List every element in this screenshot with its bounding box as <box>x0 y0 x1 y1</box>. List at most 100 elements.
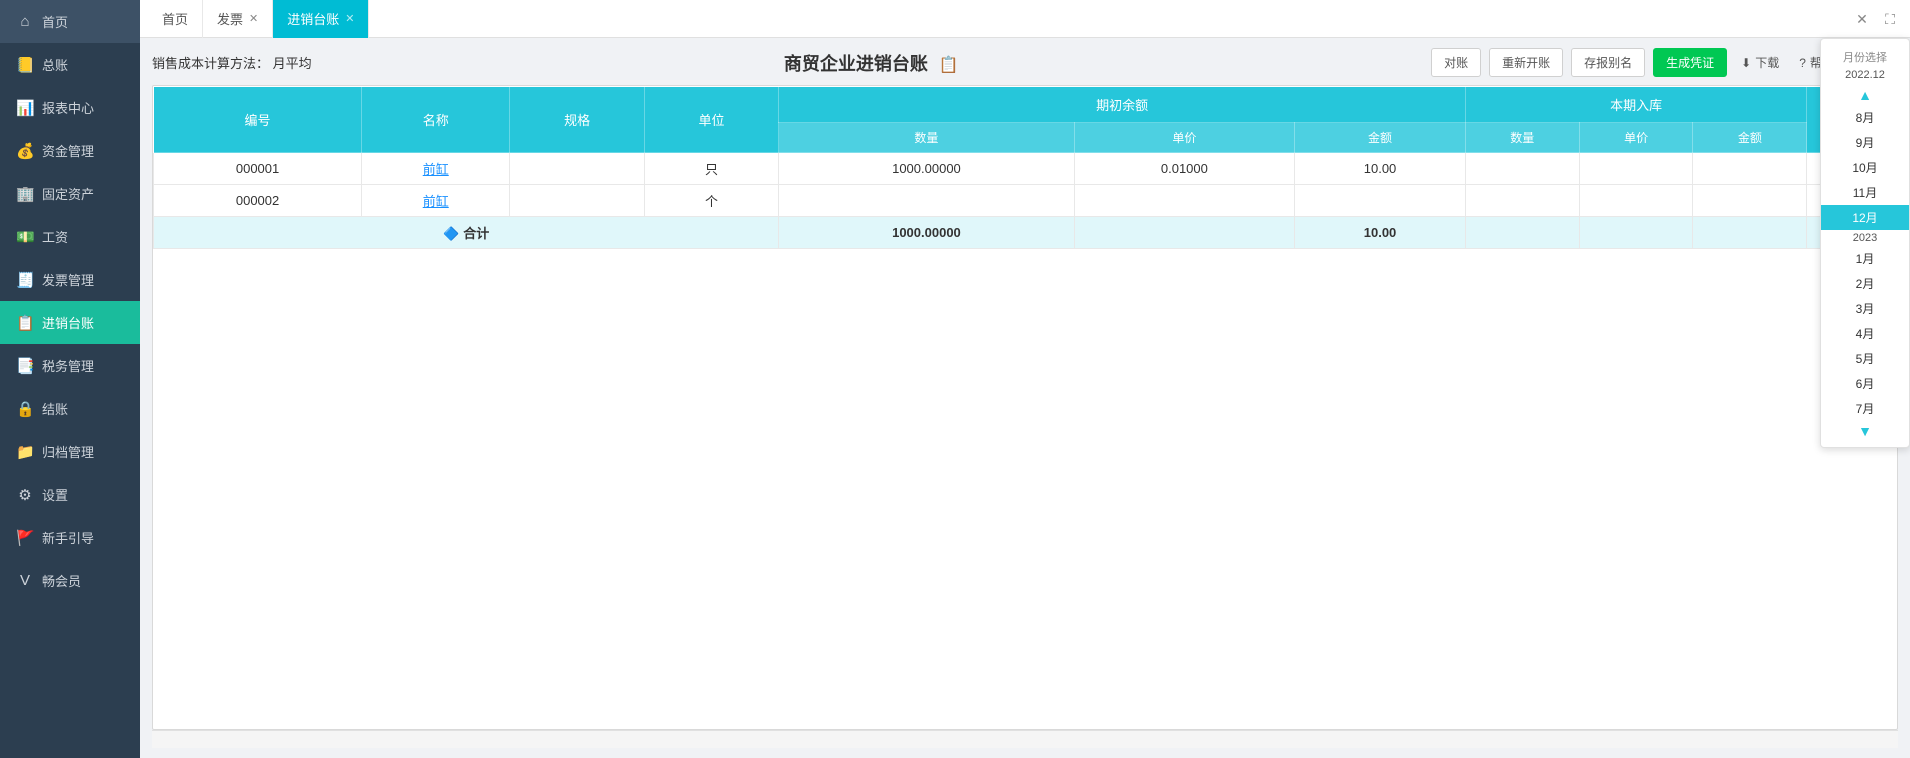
col-header-spec: 规格 <box>510 87 644 153</box>
sidebar-item-wages[interactable]: 💵 工资 <box>0 215 140 258</box>
sidebar-icon-invoice-mgmt: 🧾 <box>16 271 34 289</box>
download-button[interactable]: ⬇ 下载 <box>1735 49 1785 76</box>
cell-name[interactable]: 前缸 <box>362 185 510 217</box>
tab-close-jinxiao[interactable]: ✕ <box>345 12 354 25</box>
tab-close-invoice[interactable]: ✕ <box>249 12 258 25</box>
month-nav-down[interactable]: ▼ <box>1821 421 1909 441</box>
main-area: 首页发票✕进销台账✕ ✕ ⛶ 销售成本计算方法： 月平均 商贸企业进销台账 📋 … <box>140 0 1910 758</box>
month-item-6月[interactable]: 6月 <box>1821 371 1909 396</box>
sidebar-icon-vip: V <box>16 572 34 589</box>
help-icon: ? <box>1799 56 1806 70</box>
sidebar-label-guide: 新手引导 <box>42 528 94 547</box>
close-window-button[interactable]: ✕ <box>1850 7 1874 31</box>
month-item-10月[interactable]: 10月 <box>1821 155 1909 180</box>
cell-in-qty <box>1465 153 1579 185</box>
sidebar-item-invoice-mgmt[interactable]: 🧾 发票管理 <box>0 258 140 301</box>
month-item-2月[interactable]: 2月 <box>1821 271 1909 296</box>
sidebar-item-settings[interactable]: ⚙设置 <box>0 473 140 516</box>
sidebar-label-wages: 工资 <box>42 227 68 246</box>
total-in-amount <box>1693 217 1807 249</box>
sidebar-icon-home: ⌂ <box>16 13 34 30</box>
save-alias-button[interactable]: 存报别名 <box>1571 48 1645 77</box>
cell-init-qty: 1000.00000 <box>779 153 1074 185</box>
sub-init-qty: 数量 <box>779 123 1074 153</box>
generate-button[interactable]: 生成凭证 <box>1653 48 1727 77</box>
sidebar-item-ledger[interactable]: 📒总账 <box>0 43 140 86</box>
tab-label-jinxiao: 进销台账 <box>287 9 339 28</box>
sidebar-label-ledger: 总账 <box>42 55 68 74</box>
tab-bar: 首页 发票 ✕ 进销台账 ✕ ✕ ⛶ <box>140 0 1910 38</box>
cell-in-amount <box>1693 153 1807 185</box>
sidebar-icon-wages: 💵 <box>16 228 34 246</box>
tab-label-home: 首页 <box>162 9 188 28</box>
sidebar-icon-settings: ⚙ <box>16 486 34 504</box>
sidebar-item-tax[interactable]: 📑 税务管理 <box>0 344 140 387</box>
col-header-id: 编号 <box>154 87 362 153</box>
month-panel-year-2022: 2022.12 <box>1821 67 1909 85</box>
sidebar-item-funds[interactable]: 💰资金管理 <box>0 129 140 172</box>
month-panel: 月份选择 2022.12 ▲ 8月9月10月11月12月 2023 1月2月3月… <box>1820 38 1910 448</box>
cell-spec <box>510 153 644 185</box>
sidebar-item-jinxiao[interactable]: 📋进销台账 <box>0 301 140 344</box>
month-panel-title: 月份选择 <box>1821 45 1909 67</box>
total-init-price <box>1074 217 1295 249</box>
month-item-9月[interactable]: 9月 <box>1821 130 1909 155</box>
sidebar-label-invoice-mgmt: 发票管理 <box>42 270 94 289</box>
sub-in-amount: 金额 <box>1693 123 1807 153</box>
sidebar-label-jinxiao: 进销台账 <box>42 313 94 332</box>
page-title: 商贸企业进销台账 📋 <box>312 50 1431 76</box>
cell-init-amount <box>1295 185 1466 217</box>
col-header-unit: 单位 <box>644 87 778 153</box>
month-item-4月[interactable]: 4月 <box>1821 321 1909 346</box>
cell-unit: 只 <box>644 153 778 185</box>
sidebar-label-tax: 税务管理 <box>42 356 94 375</box>
sidebar-label-archive: 归档管理 <box>42 442 94 461</box>
sidebar-item-archive[interactable]: 📁归档管理 <box>0 430 140 473</box>
month-item-11月[interactable]: 11月 <box>1821 180 1909 205</box>
sidebar-icon-tax: 📑 <box>16 357 34 375</box>
cell-name[interactable]: 前缸 <box>362 153 510 185</box>
sidebar-label-vip: 畅会员 <box>42 571 81 590</box>
cell-init-price <box>1074 185 1295 217</box>
table-row: 000001 前缸 只 1000.00000 0.01000 10.00 <box>154 153 1897 185</box>
tab-home[interactable]: 首页 <box>148 0 203 38</box>
sidebar-item-vip[interactable]: V 畅会员 <box>0 559 140 602</box>
cell-init-amount: 10.00 <box>1295 153 1466 185</box>
month-item-5月[interactable]: 5月 <box>1821 346 1909 371</box>
cell-in-price <box>1579 185 1693 217</box>
cell-spec <box>510 185 644 217</box>
scrollbar[interactable] <box>152 730 1898 748</box>
tab-label-invoice: 发票 <box>217 9 243 28</box>
month-item-12月[interactable]: 12月 <box>1821 205 1909 230</box>
match-button[interactable]: 对账 <box>1431 48 1481 77</box>
sub-in-price: 单价 <box>1579 123 1693 153</box>
month-nav-up[interactable]: ▲ <box>1821 85 1909 105</box>
sub-in-qty: 数量 <box>1465 123 1579 153</box>
sidebar-item-home[interactable]: ⌂首页 <box>0 0 140 43</box>
sub-init-price: 单价 <box>1074 123 1295 153</box>
month-item-3月[interactable]: 3月 <box>1821 296 1909 321</box>
maximize-window-button[interactable]: ⛶ <box>1878 7 1902 31</box>
tab-jinxiao[interactable]: 进销台账 ✕ <box>273 0 369 38</box>
cell-init-qty <box>779 185 1074 217</box>
month-item-1月[interactable]: 1月 <box>1821 246 1909 271</box>
cell-in-qty <box>1465 185 1579 217</box>
cell-unit: 个 <box>644 185 778 217</box>
tab-invoice[interactable]: 发票 ✕ <box>203 0 273 38</box>
sidebar-item-reports[interactable]: 📊报表中心 <box>0 86 140 129</box>
title-icon[interactable]: 📋 <box>939 57 959 74</box>
cost-method: 销售成本计算方法： 月平均 <box>152 53 312 72</box>
total-in-price <box>1579 217 1693 249</box>
month-item-7月[interactable]: 7月 <box>1821 396 1909 421</box>
sidebar-icon-funds: 💰 <box>16 142 34 160</box>
reopen-button[interactable]: 重新开账 <box>1489 48 1563 77</box>
table-row: 000002 前缸 个 <box>154 185 1897 217</box>
sidebar-item-guide[interactable]: 🚩新手引导 <box>0 516 140 559</box>
total-in-qty <box>1465 217 1579 249</box>
total-row: 🔷合计 1000.00000 10.00 <box>154 217 1897 249</box>
month-item-8月[interactable]: 8月 <box>1821 105 1909 130</box>
sidebar-item-assets[interactable]: 🏢固定资产 <box>0 172 140 215</box>
sub-init-amount: 金额 <box>1295 123 1466 153</box>
group-header-init: 期初余额 <box>779 87 1466 123</box>
sidebar-item-closing[interactable]: 🔒结账 <box>0 387 140 430</box>
